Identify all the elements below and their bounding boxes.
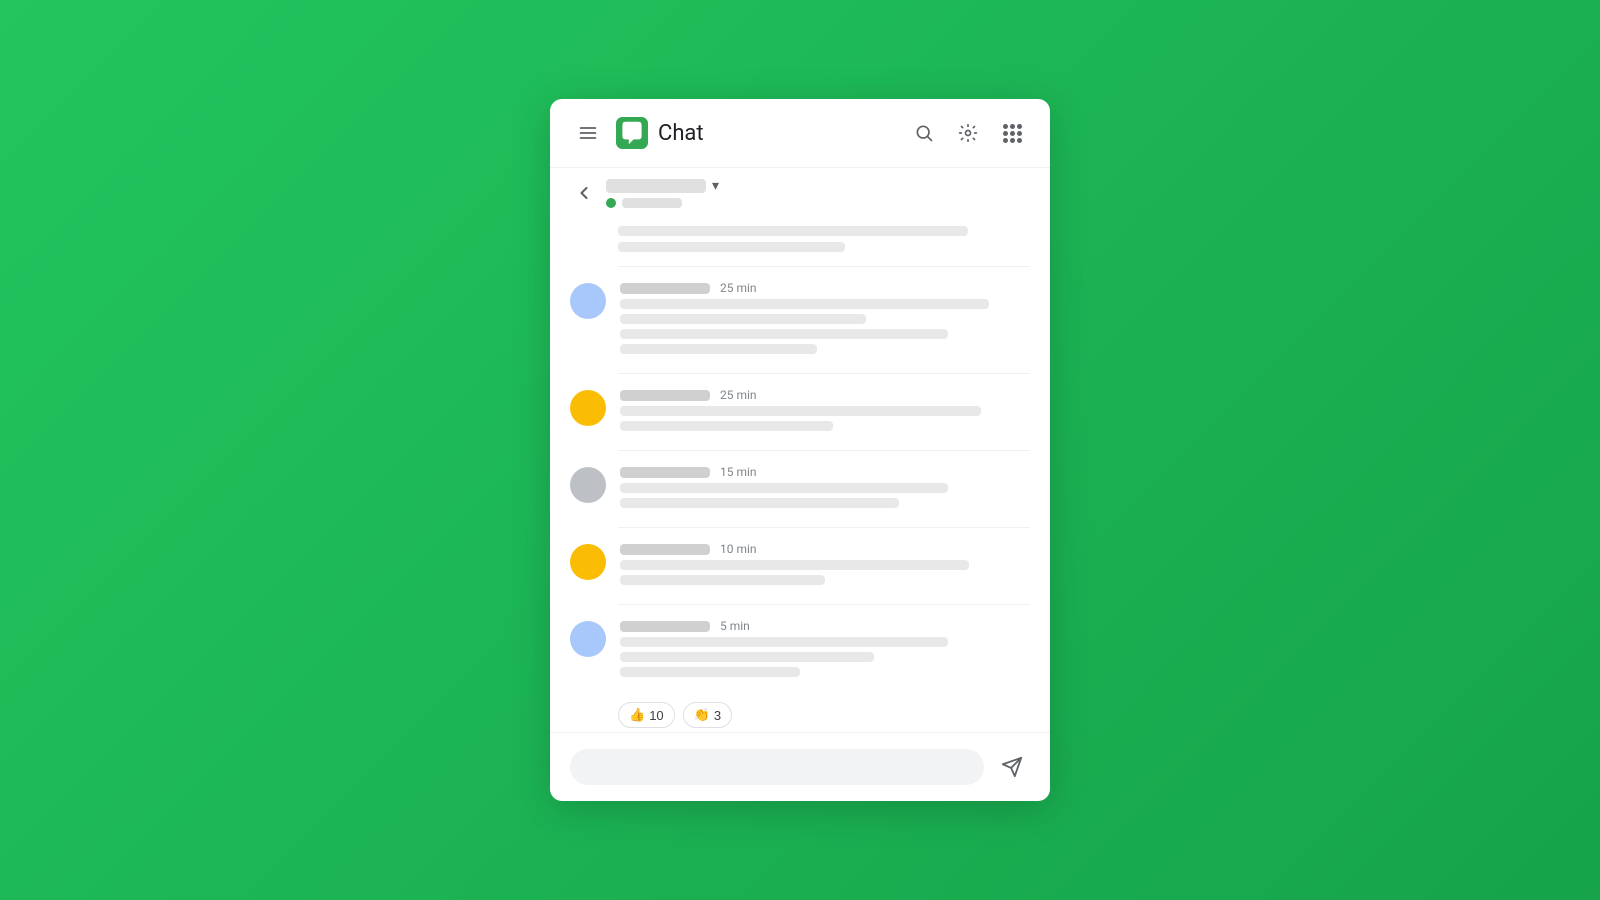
sender-name-skeleton bbox=[620, 544, 710, 555]
dropdown-arrow-icon[interactable]: ▾ bbox=[712, 178, 719, 194]
message-content: 25 min bbox=[620, 281, 1030, 359]
message-time: 15 min bbox=[720, 465, 757, 479]
message-line bbox=[620, 560, 969, 570]
message-time: 25 min bbox=[720, 388, 757, 402]
avatar bbox=[570, 621, 606, 657]
thumbs-up-reaction[interactable]: 👍 10 bbox=[618, 702, 675, 728]
divider bbox=[550, 448, 1050, 453]
message-line bbox=[620, 299, 989, 309]
thumbs-up-count: 10 bbox=[649, 708, 663, 723]
contact-name-skeleton bbox=[606, 179, 706, 193]
thumbs-up-emoji: 👍 bbox=[629, 707, 645, 723]
settings-button[interactable] bbox=[950, 115, 986, 151]
back-icon bbox=[574, 183, 594, 203]
message-content: 15 min bbox=[620, 465, 1030, 513]
clapping-count: 3 bbox=[714, 708, 721, 723]
settings-icon bbox=[958, 123, 978, 143]
avatar bbox=[570, 390, 606, 426]
message-line bbox=[620, 637, 948, 647]
divider bbox=[550, 264, 1050, 269]
menu-button[interactable] bbox=[570, 115, 606, 151]
clapping-reaction[interactable]: 👏 3 bbox=[683, 702, 732, 728]
sender-name-skeleton bbox=[620, 390, 710, 401]
message-time: 10 min bbox=[720, 542, 757, 556]
grid-icon bbox=[1003, 124, 1022, 143]
top-skeleton-lines bbox=[550, 222, 1050, 262]
avatar bbox=[570, 283, 606, 319]
message-line bbox=[620, 344, 817, 354]
message-line bbox=[620, 667, 800, 677]
header-actions bbox=[906, 115, 1030, 151]
header: Chat bbox=[550, 99, 1050, 168]
avatar bbox=[570, 467, 606, 503]
status-row bbox=[606, 198, 1030, 208]
sender-name-skeleton bbox=[620, 467, 710, 478]
menu-icon bbox=[578, 123, 598, 143]
message-group: 5 min bbox=[550, 611, 1050, 690]
header-left: Chat bbox=[570, 115, 896, 151]
sender-name-skeleton bbox=[620, 283, 710, 294]
status-skeleton bbox=[622, 198, 682, 208]
chat-window: Chat bbox=[550, 99, 1050, 801]
message-line bbox=[620, 329, 948, 339]
skeleton-line bbox=[618, 242, 845, 252]
messages-area[interactable]: 25 min 25 min bbox=[550, 214, 1050, 732]
message-group: 15 min bbox=[550, 457, 1050, 521]
divider bbox=[550, 602, 1050, 607]
message-line bbox=[620, 314, 866, 324]
message-group: 10 min bbox=[550, 534, 1050, 598]
divider bbox=[550, 371, 1050, 376]
contact-name-row: ▾ bbox=[606, 178, 1030, 194]
message-line bbox=[620, 421, 833, 431]
apps-button[interactable] bbox=[994, 115, 1030, 151]
send-icon bbox=[1001, 756, 1023, 778]
app-title: Chat bbox=[658, 121, 704, 146]
reactions-row: 👍 10 👏 3 bbox=[550, 698, 1050, 732]
message-group: 25 min bbox=[550, 273, 1050, 367]
online-status-dot bbox=[606, 198, 616, 208]
avatar bbox=[570, 544, 606, 580]
search-icon bbox=[914, 123, 934, 143]
divider bbox=[550, 525, 1050, 530]
subheader: ▾ bbox=[550, 168, 1050, 214]
message-header: 5 min bbox=[620, 619, 1030, 633]
back-button[interactable] bbox=[570, 179, 598, 207]
message-line bbox=[620, 498, 899, 508]
input-area bbox=[550, 732, 1050, 801]
message-line bbox=[620, 406, 981, 416]
message-header: 15 min bbox=[620, 465, 1030, 479]
sender-name-skeleton bbox=[620, 621, 710, 632]
message-time: 5 min bbox=[720, 619, 750, 633]
message-input[interactable] bbox=[570, 749, 984, 785]
message-content: 10 min bbox=[620, 542, 1030, 590]
clapping-emoji: 👏 bbox=[694, 707, 710, 723]
message-line bbox=[620, 483, 948, 493]
skeleton-line bbox=[618, 226, 968, 236]
message-line bbox=[620, 652, 874, 662]
search-button[interactable] bbox=[906, 115, 942, 151]
message-time: 25 min bbox=[720, 281, 757, 295]
google-chat-logo bbox=[616, 117, 648, 149]
send-button[interactable] bbox=[994, 749, 1030, 785]
message-line bbox=[620, 575, 825, 585]
message-group: 25 min bbox=[550, 380, 1050, 444]
message-header: 25 min bbox=[620, 281, 1030, 295]
message-content: 25 min bbox=[620, 388, 1030, 436]
message-header: 25 min bbox=[620, 388, 1030, 402]
message-content: 5 min bbox=[620, 619, 1030, 682]
subheader-content: ▾ bbox=[606, 178, 1030, 208]
message-header: 10 min bbox=[620, 542, 1030, 556]
